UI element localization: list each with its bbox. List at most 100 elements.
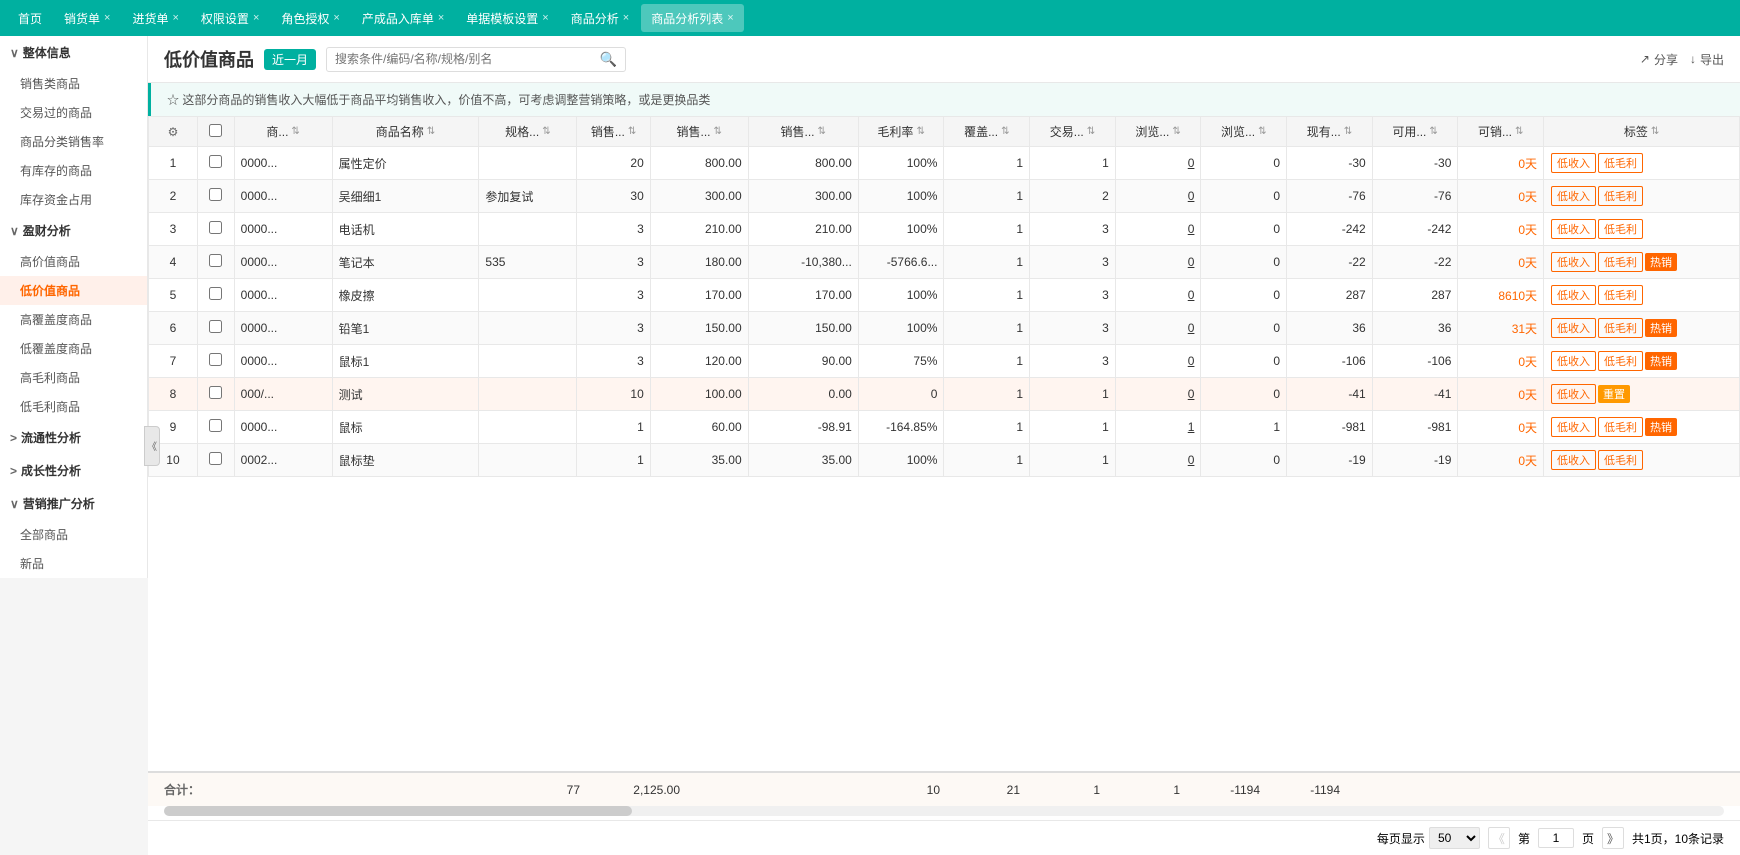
sidebar-item-sales-products[interactable]: 销售类商品 <box>0 69 147 98</box>
nav-sales-close[interactable]: × <box>104 12 110 24</box>
sidebar-item-new-products[interactable]: 新品 <box>0 549 147 578</box>
horizontal-scrollbar[interactable] <box>164 806 1724 816</box>
time-tag-btn[interactable]: 近一月 <box>264 49 316 70</box>
sidebar-item-high-profit[interactable]: 高毛利商品 <box>0 363 147 392</box>
row-views1[interactable]: 0 <box>1115 279 1201 312</box>
th-sales-amount[interactable]: 销售...⇅ <box>748 117 858 147</box>
nav-warehouse[interactable]: 产成品入库单 × <box>352 4 454 32</box>
row-checkbox-cell[interactable] <box>197 213 234 246</box>
th-profit-rate[interactable]: 毛利率⇅ <box>858 117 944 147</box>
next-page-btn[interactable]: 》 <box>1602 827 1624 849</box>
row-views1[interactable]: 0 <box>1115 444 1201 477</box>
views-link[interactable]: 0 <box>1188 321 1195 335</box>
th-sales-qty[interactable]: 销售...⇅ <box>577 117 650 147</box>
row-checkbox[interactable] <box>209 452 222 465</box>
nav-warehouse-close[interactable]: × <box>438 12 444 24</box>
sidebar-group-general[interactable]: ∨ 整体信息 <box>0 36 147 69</box>
row-checkbox-cell[interactable] <box>197 345 234 378</box>
row-checkbox-cell[interactable] <box>197 180 234 213</box>
th-code[interactable]: 商...⇅ <box>234 117 332 147</box>
row-checkbox[interactable] <box>209 254 222 267</box>
row-views1[interactable]: 0 <box>1115 378 1201 411</box>
th-views2[interactable]: 浏览...⇅ <box>1201 117 1287 147</box>
nav-purchase-close[interactable]: × <box>172 12 178 24</box>
nav-analysis-list-close[interactable]: × <box>727 12 733 24</box>
row-checkbox[interactable] <box>209 386 222 399</box>
sidebar-group-flow[interactable]: > 流通性分析 <box>0 421 147 454</box>
row-checkbox-cell[interactable] <box>197 246 234 279</box>
th-checkbox[interactable] <box>197 117 234 147</box>
th-views1[interactable]: 浏览...⇅ <box>1115 117 1201 147</box>
select-all-checkbox[interactable] <box>209 124 222 137</box>
views-link[interactable]: 0 <box>1188 222 1195 236</box>
row-checkbox-cell[interactable] <box>197 147 234 180</box>
sidebar-group-marketing[interactable]: ∨ 营销推广分析 <box>0 487 147 520</box>
sidebar-item-all-products[interactable]: 全部商品 <box>0 520 147 549</box>
nav-purchase[interactable]: 进货单 × <box>122 4 188 32</box>
row-checkbox[interactable] <box>209 287 222 300</box>
sidebar-item-in-stock[interactable]: 有库存的商品 <box>0 156 147 185</box>
row-views1[interactable]: 0 <box>1115 213 1201 246</box>
th-settings[interactable]: ⚙ <box>149 117 198 147</box>
sidebar-item-category-rate[interactable]: 商品分类销售率 <box>0 127 147 156</box>
th-name[interactable]: 商品名称⇅ <box>332 117 479 147</box>
th-tags[interactable]: 标签⇅ <box>1544 117 1740 147</box>
sidebar-group-profit[interactable]: ∨ 盈财分析 <box>0 214 147 247</box>
views-link[interactable]: 0 <box>1188 354 1195 368</box>
th-sales-price[interactable]: 销售...⇅ <box>650 117 748 147</box>
th-stock2[interactable]: 可用...⇅ <box>1372 117 1458 147</box>
nav-analysis-close[interactable]: × <box>623 12 629 24</box>
th-spec[interactable]: 规格...⇅ <box>479 117 577 147</box>
export-btn[interactable]: ↓ 导出 <box>1690 51 1724 68</box>
nav-home[interactable]: 首页 <box>8 4 52 32</box>
row-views1[interactable]: 0 <box>1115 180 1201 213</box>
nav-sales[interactable]: 销货单 × <box>54 4 120 32</box>
sidebar-item-capital[interactable]: 库存资金占用 <box>0 185 147 214</box>
views-link[interactable]: 1 <box>1188 420 1195 434</box>
nav-analysis-list[interactable]: 商品分析列表 × <box>641 4 743 32</box>
views-link[interactable]: 0 <box>1188 255 1195 269</box>
row-checkbox[interactable] <box>209 188 222 201</box>
row-checkbox[interactable] <box>209 419 222 432</box>
nav-template[interactable]: 单据模板设置 × <box>456 4 558 32</box>
row-checkbox-cell[interactable] <box>197 444 234 477</box>
th-stock1[interactable]: 现有...⇅ <box>1287 117 1373 147</box>
views-link[interactable]: 0 <box>1188 189 1195 203</box>
th-sellable[interactable]: 可销...⇅ <box>1458 117 1544 147</box>
row-checkbox[interactable] <box>209 320 222 333</box>
row-views1[interactable]: 1 <box>1115 411 1201 444</box>
sidebar-collapse-btn[interactable]: 《 <box>144 426 160 466</box>
th-coverage[interactable]: 覆盖...⇅ <box>944 117 1030 147</box>
nav-template-close[interactable]: × <box>542 12 548 24</box>
nav-roles-close[interactable]: × <box>333 12 339 24</box>
th-trade[interactable]: 交易...⇅ <box>1030 117 1116 147</box>
row-views1[interactable]: 0 <box>1115 147 1201 180</box>
views-link[interactable]: 0 <box>1188 387 1195 401</box>
search-icon[interactable]: 🔍 <box>600 51 617 68</box>
nav-roles[interactable]: 角色授权 × <box>271 4 349 32</box>
page-number-input[interactable] <box>1538 828 1574 848</box>
scroll-thumb[interactable] <box>164 806 632 816</box>
page-size-dropdown[interactable]: 50 100 200 <box>1429 827 1480 849</box>
row-checkbox-cell[interactable] <box>197 378 234 411</box>
sidebar-item-high-value[interactable]: 高价值商品 <box>0 247 147 276</box>
row-views1[interactable]: 0 <box>1115 246 1201 279</box>
nav-permissions-close[interactable]: × <box>253 12 259 24</box>
row-checkbox[interactable] <box>209 353 222 366</box>
nav-analysis[interactable]: 商品分析 × <box>561 4 639 32</box>
sidebar-item-high-coverage[interactable]: 高覆盖度商品 <box>0 305 147 334</box>
row-checkbox[interactable] <box>209 155 222 168</box>
sidebar-group-growth[interactable]: > 成长性分析 <box>0 454 147 487</box>
first-page-btn[interactable]: 《 <box>1488 827 1510 849</box>
row-checkbox-cell[interactable] <box>197 279 234 312</box>
sidebar-item-low-coverage[interactable]: 低覆盖度商品 <box>0 334 147 363</box>
nav-permissions[interactable]: 权限设置 × <box>191 4 269 32</box>
row-checkbox-cell[interactable] <box>197 312 234 345</box>
share-btn[interactable]: ↗ 分享 <box>1640 51 1678 68</box>
sidebar-item-low-profit[interactable]: 低毛利商品 <box>0 392 147 421</box>
row-views1[interactable]: 0 <box>1115 345 1201 378</box>
search-input[interactable] <box>335 52 594 66</box>
sidebar-item-low-value[interactable]: 低价值商品 <box>0 276 147 305</box>
row-views1[interactable]: 0 <box>1115 312 1201 345</box>
row-checkbox-cell[interactable] <box>197 411 234 444</box>
